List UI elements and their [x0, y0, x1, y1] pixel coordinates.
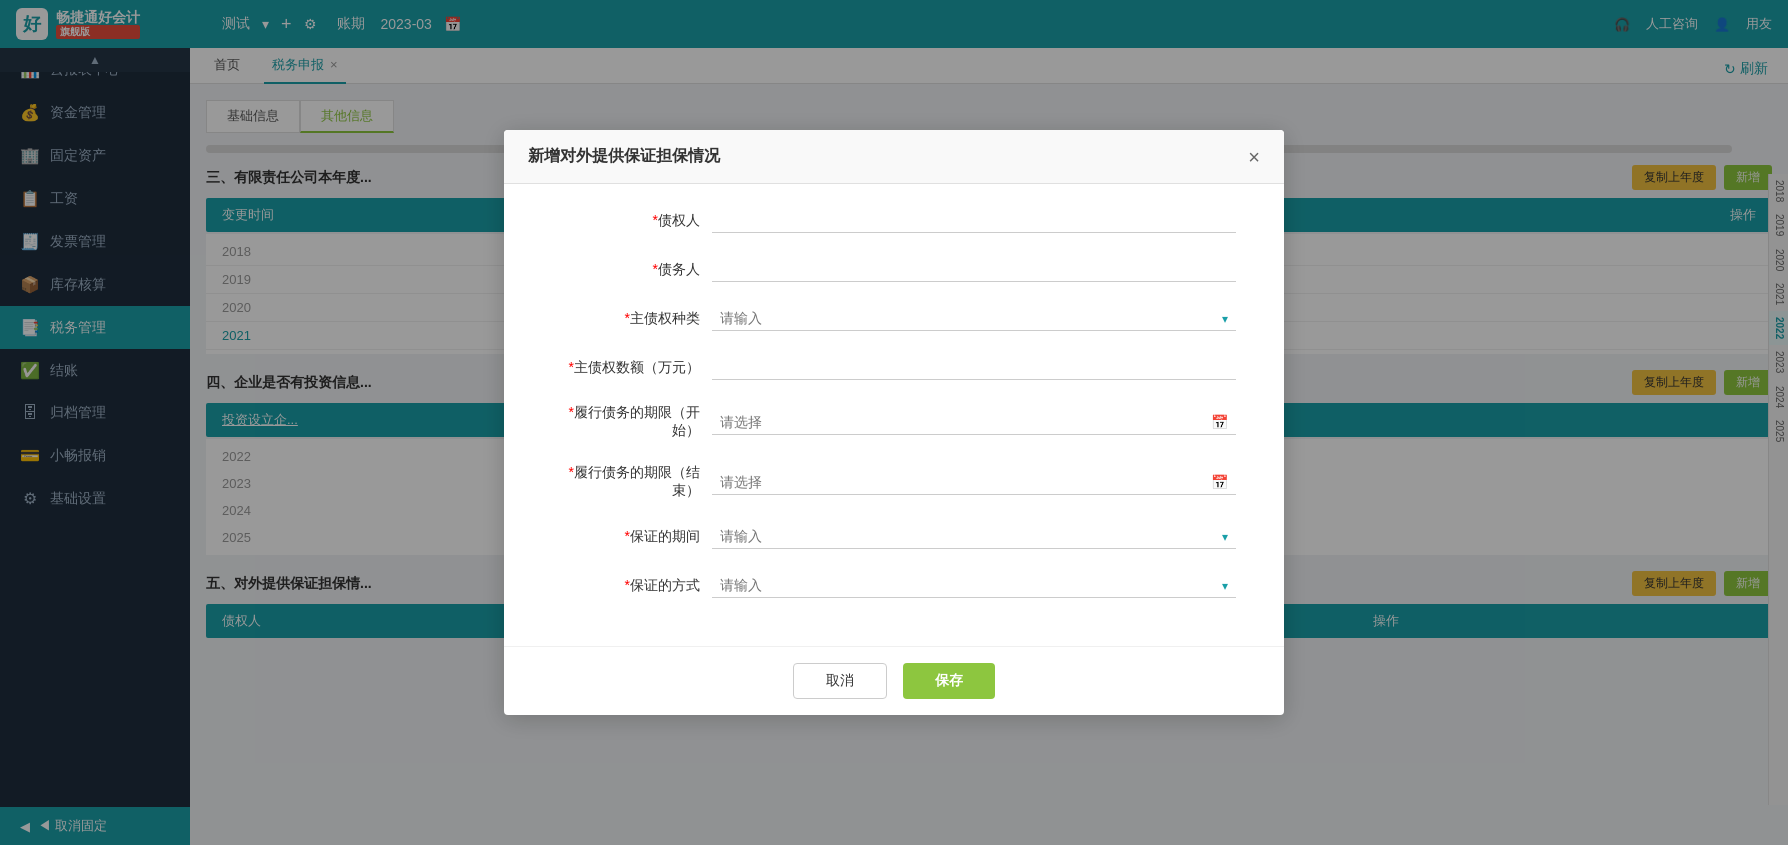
form-row-period_start: *履行债务的期限（开始） 📅 — [552, 404, 1236, 440]
label-guarantee_period: *保证的期间 — [552, 528, 712, 546]
save-button[interactable]: 保存 — [903, 663, 995, 699]
select-wrap-guarantee_method: ▾ — [712, 573, 1236, 598]
date-period_end[interactable] — [712, 470, 1236, 495]
chevron-down-icon-guarantee_period[interactable]: ▾ — [1222, 530, 1228, 544]
label-period_start: *履行债务的期限（开始） — [552, 404, 712, 440]
form-row-debt_amount: *主债权数额（万元） — [552, 355, 1236, 380]
label-debtor: *债务人 — [552, 261, 712, 279]
modal-title: 新增对外提供保证担保情况 — [528, 146, 720, 167]
select-guarantee_method[interactable] — [712, 573, 1236, 598]
date-period_start[interactable] — [712, 410, 1236, 435]
calendar-icon-period_start[interactable]: 📅 — [1211, 414, 1228, 430]
input-debtor[interactable] — [712, 257, 1236, 282]
cancel-button[interactable]: 取消 — [793, 663, 887, 699]
label-creditor: *债权人 — [552, 212, 712, 230]
label-debt_amount: *主债权数额（万元） — [552, 359, 712, 377]
form-row-guarantee_method: *保证的方式 ▾ — [552, 573, 1236, 598]
form-row-debtor: *债务人 — [552, 257, 1236, 282]
modal-close-btn[interactable]: × — [1248, 147, 1260, 167]
form-row-guarantee_period: *保证的期间 ▾ — [552, 524, 1236, 549]
modal-header: 新增对外提供保证担保情况 × — [504, 130, 1284, 184]
date-wrap-period_end: 📅 — [712, 470, 1236, 495]
modal-body: *债权人*债务人*主债权种类▾*主债权数额（万元）*履行债务的期限（开始）📅*履… — [504, 184, 1284, 646]
date-wrap-period_start: 📅 — [712, 410, 1236, 435]
form-row-creditor: *债权人 — [552, 208, 1236, 233]
input-creditor[interactable] — [712, 208, 1236, 233]
label-period_end: *履行债务的期限（结束） — [552, 464, 712, 500]
calendar-icon-period_end[interactable]: 📅 — [1211, 474, 1228, 490]
select-guarantee_period[interactable] — [712, 524, 1236, 549]
input-debt_amount[interactable] — [712, 355, 1236, 380]
modal-footer: 取消 保存 — [504, 646, 1284, 715]
form-row-debt_type: *主债权种类 ▾ — [552, 306, 1236, 331]
chevron-down-icon-debt_type[interactable]: ▾ — [1222, 312, 1228, 326]
modal-dialog: 新增对外提供保证担保情况 × *债权人 *债务人 *主债权种类 ▾ *主债权数额（万元）… — [504, 130, 1284, 715]
select-wrap-guarantee_period: ▾ — [712, 524, 1236, 549]
chevron-down-icon-guarantee_method[interactable]: ▾ — [1222, 579, 1228, 593]
label-debt_type: *主债权种类 — [552, 310, 712, 328]
select-wrap-debt_type: ▾ — [712, 306, 1236, 331]
modal-overlay: 新增对外提供保证担保情况 × *债权人 *债务人 *主债权种类 ▾ *主债权数额（万元）… — [0, 0, 1788, 845]
form-row-period_end: *履行债务的期限（结束） 📅 — [552, 464, 1236, 500]
label-guarantee_method: *保证的方式 — [552, 577, 712, 595]
select-debt_type[interactable] — [712, 306, 1236, 331]
